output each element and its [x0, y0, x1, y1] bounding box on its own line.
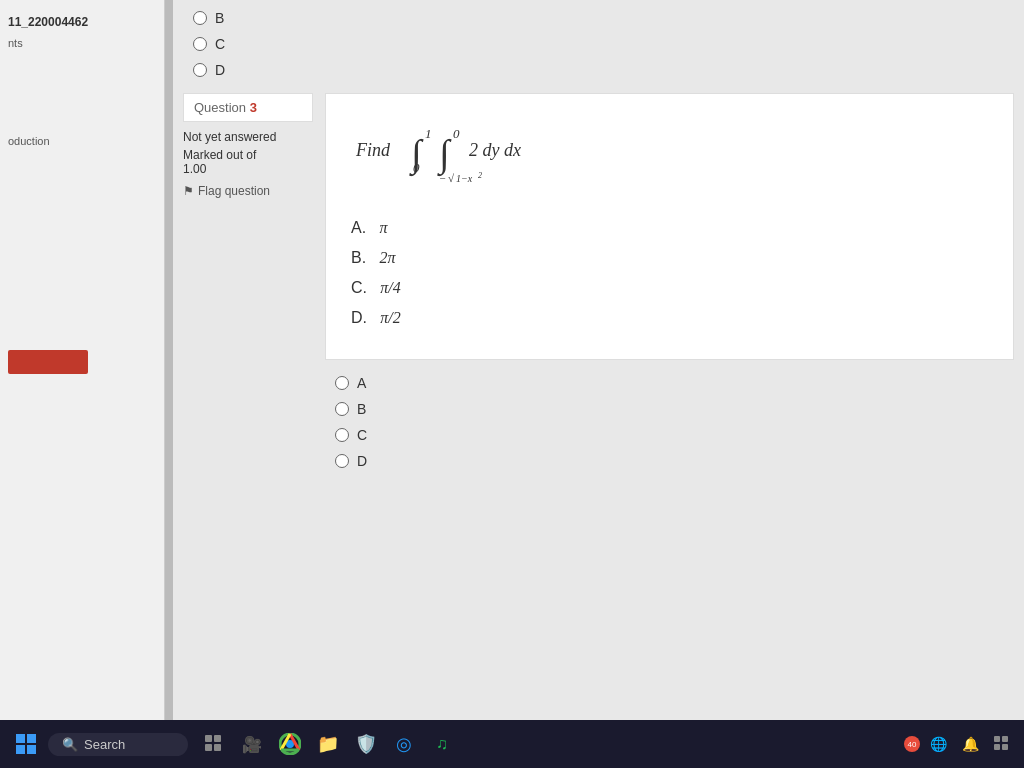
question-marks: Marked out of 1.00 — [183, 148, 313, 176]
answer-c-label: C — [357, 427, 367, 443]
sidebar-divider — [165, 0, 173, 720]
svg-text:−: − — [439, 172, 446, 184]
shield-icon-btn[interactable]: 🛡️ — [348, 726, 384, 762]
answer-option-a[interactable]: A — [335, 375, 1014, 391]
answer-option-b[interactable]: B — [335, 401, 1014, 417]
spotify-btn[interactable]: ♫ — [424, 726, 460, 762]
option-d-card: D. π/2 — [351, 309, 988, 327]
svg-text:√: √ — [448, 172, 455, 184]
svg-text:Find: Find — [355, 140, 391, 160]
svg-text:2: 2 — [478, 171, 482, 180]
taskbar: 🔍 Search 🎥 📁 — [0, 720, 1024, 768]
question-number-box: Question 3 — [183, 93, 313, 122]
main-content: 11_220004462 nts oduction B C D — [0, 0, 1024, 720]
question-num-label: Question — [194, 100, 246, 115]
radio-b-circle — [193, 11, 207, 25]
option-c-card: C. π/4 — [351, 279, 988, 297]
prev-option-c-label: C — [215, 36, 225, 52]
question-block: Question 3 Not yet answered Marked out o… — [183, 93, 1014, 479]
answer-b-label: B — [357, 401, 366, 417]
svg-text:0: 0 — [413, 160, 420, 175]
radio-a — [335, 376, 349, 390]
svg-rect-23 — [994, 744, 1000, 750]
question-status: Not yet answered — [183, 130, 313, 144]
svg-rect-13 — [16, 745, 25, 754]
svg-text:∫: ∫ — [437, 132, 452, 177]
prev-option-c[interactable]: C — [193, 36, 1014, 52]
battery-num: 40 — [908, 740, 917, 749]
question-num-value: 3 — [250, 100, 257, 115]
video-icon-btn[interactable]: 🎥 — [234, 726, 270, 762]
assistant-btn[interactable]: ◎ — [386, 726, 422, 762]
svg-rect-22 — [1002, 736, 1008, 742]
sidebar-id: 11_220004462 — [0, 10, 164, 34]
math-svg: Find ∫ 1 0 ∫ 0 − — [351, 114, 671, 194]
answer-d-label: D — [357, 453, 367, 469]
search-label: Search — [84, 737, 125, 752]
svg-text:1: 1 — [425, 126, 432, 141]
start-button[interactable] — [8, 726, 44, 762]
flag-icon: ⚑ — [183, 184, 194, 198]
search-box[interactable]: 🔍 Search — [48, 733, 188, 756]
search-icon: 🔍 — [62, 737, 78, 752]
svg-text:0: 0 — [453, 126, 460, 141]
svg-rect-12 — [27, 734, 36, 743]
svg-rect-24 — [1002, 744, 1008, 750]
svg-text:1−x: 1−x — [456, 173, 473, 184]
prev-option-d-label: D — [215, 62, 225, 78]
svg-rect-14 — [27, 745, 36, 754]
radio-c — [335, 428, 349, 442]
network-icon[interactable]: 🌐 — [924, 730, 952, 758]
grid-icon[interactable] — [988, 730, 1016, 758]
svg-rect-11 — [16, 734, 25, 743]
taskbar-icons: 🎥 📁 🛡️ ◎ ♫ — [196, 726, 460, 762]
radio-c-circle — [193, 37, 207, 51]
content-panel: B C D Question 3 Not yet answered M — [173, 0, 1024, 720]
sidebar-red-bar — [8, 350, 88, 374]
prev-option-d[interactable]: D — [193, 62, 1014, 78]
answer-radios: A B C D — [325, 375, 1014, 469]
answer-option-d[interactable]: D — [335, 453, 1014, 469]
radio-d — [335, 454, 349, 468]
option-b-card: B. 2π — [351, 249, 988, 267]
question-card: Find ∫ 1 0 ∫ 0 − — [325, 93, 1014, 360]
math-question: Find ∫ 1 0 ∫ 0 − — [351, 114, 988, 199]
chrome-icon-btn[interactable] — [272, 726, 308, 762]
svg-rect-15 — [205, 735, 212, 742]
flag-question-btn[interactable]: ⚑ Flag question — [183, 184, 313, 198]
prev-option-b-label: B — [215, 10, 224, 26]
system-tray: 40 🌐 🔔 — [904, 730, 1016, 758]
sidebar: 11_220004462 nts oduction — [0, 0, 165, 720]
file-explorer-btn[interactable]: 📁 — [310, 726, 346, 762]
task-view-button[interactable] — [196, 726, 232, 762]
svg-rect-16 — [214, 735, 221, 742]
notification-icon[interactable]: 🔔 — [956, 730, 984, 758]
radio-d-circle — [193, 63, 207, 77]
marks-label: Marked out of — [183, 148, 256, 162]
answer-a-label: A — [357, 375, 366, 391]
battery-badge: 40 — [904, 736, 920, 752]
svg-rect-17 — [205, 744, 212, 751]
question-content-area: Find ∫ 1 0 ∫ 0 − — [325, 93, 1014, 479]
prev-answers: B C D — [183, 10, 1014, 78]
prev-option-b[interactable]: B — [193, 10, 1014, 26]
answer-option-c[interactable]: C — [335, 427, 1014, 443]
flag-label: Flag question — [198, 184, 270, 198]
option-a-card: A. π — [351, 219, 988, 237]
marks-value: 1.00 — [183, 162, 206, 176]
sidebar-nts-label: nts — [0, 34, 164, 52]
sidebar-oduction-label: oduction — [0, 132, 164, 150]
radio-b — [335, 402, 349, 416]
svg-rect-18 — [214, 744, 221, 751]
svg-text:2 dy dx: 2 dy dx — [469, 140, 521, 160]
svg-rect-21 — [994, 736, 1000, 742]
question-meta: Question 3 Not yet answered Marked out o… — [183, 93, 313, 479]
windows-logo-icon — [14, 732, 38, 756]
